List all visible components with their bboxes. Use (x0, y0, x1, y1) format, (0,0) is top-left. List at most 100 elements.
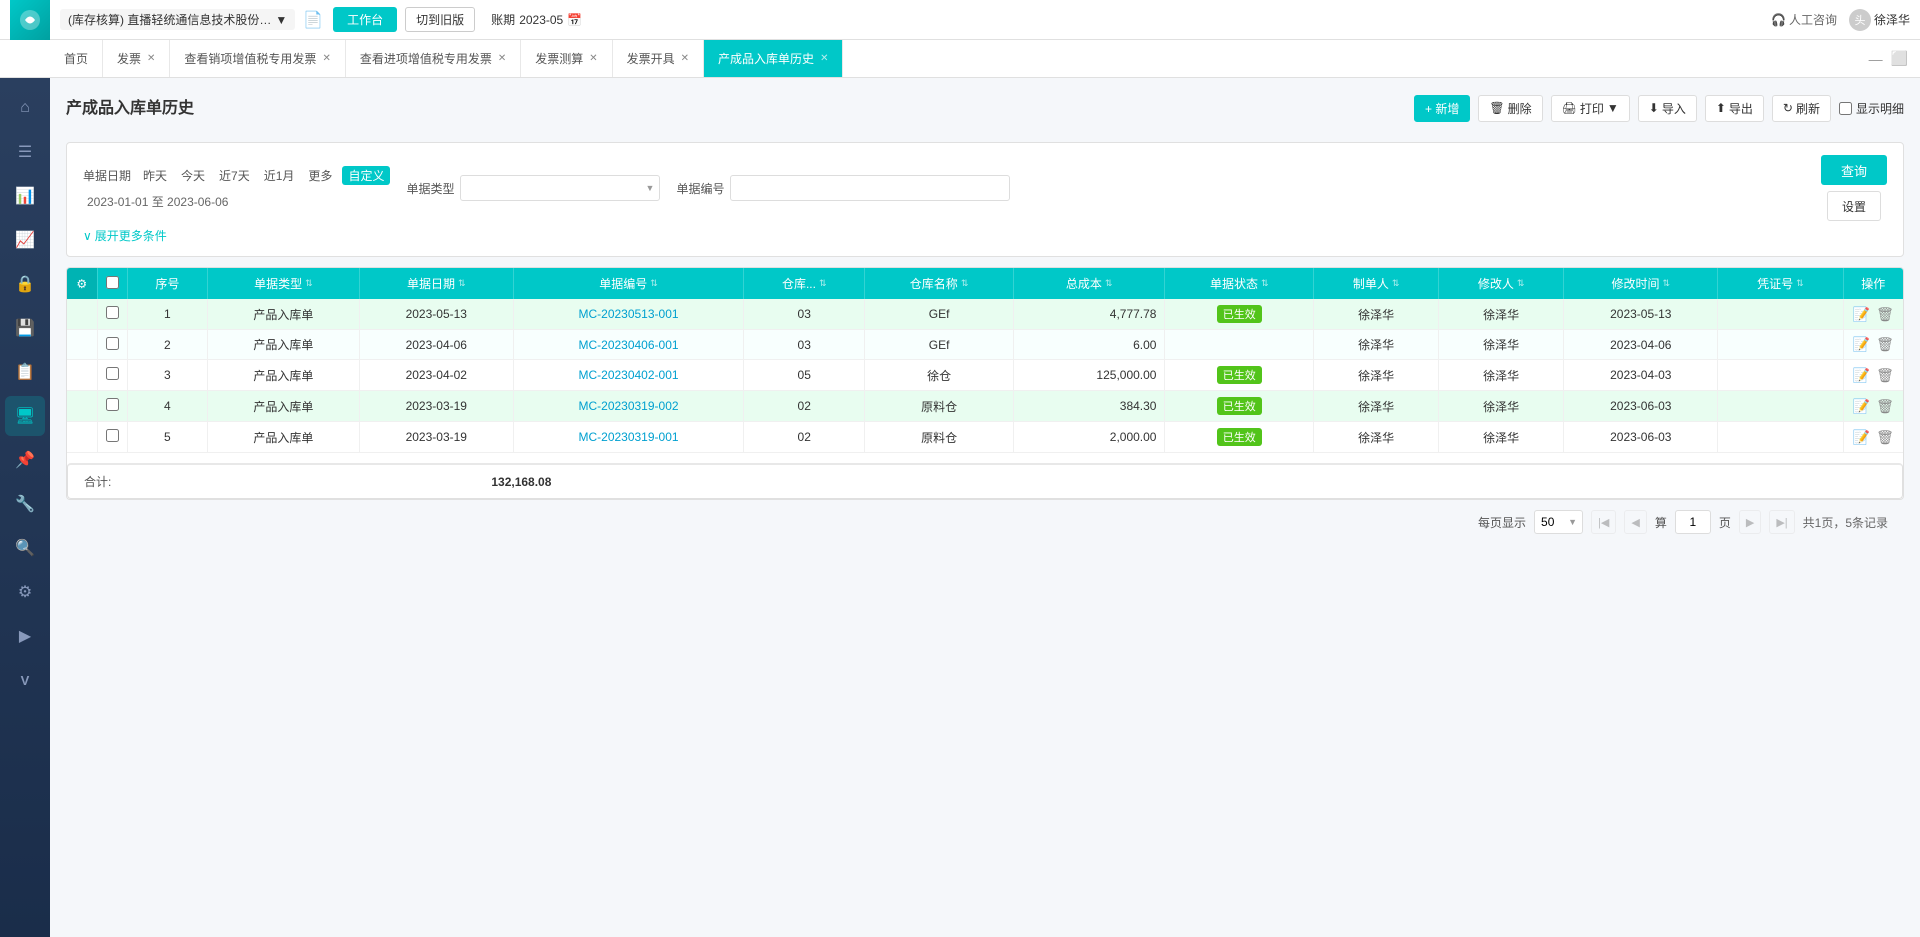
row-select-checkbox[interactable] (106, 337, 119, 350)
tab-purchase-invoice[interactable]: 查看进项增值税专用发票 ✕ (346, 40, 521, 78)
tab-sales-invoice[interactable]: 查看销项增值税专用发票 ✕ (170, 40, 345, 78)
tab-close-icon[interactable]: ✕ (498, 53, 506, 64)
next-page-button[interactable]: ▶ (1739, 510, 1761, 534)
tab-close-icon[interactable]: ✕ (147, 53, 155, 64)
sidebar-item-search[interactable]: 🔍 (5, 528, 45, 568)
number-input[interactable] (730, 175, 1010, 201)
th-warehouse-name[interactable]: 仓库名称⇅ (865, 268, 1014, 299)
sidebar-item-task[interactable]: 📌 (5, 440, 45, 480)
query-button[interactable]: 查询 (1821, 155, 1887, 185)
row-number[interactable]: MC-20230319-002 (513, 391, 743, 422)
shortcut-custom[interactable]: 自定义 (342, 166, 390, 185)
row-number[interactable]: MC-20230513-001 (513, 299, 743, 330)
export-icon: ⬆ (1716, 101, 1726, 115)
delete-row-icon[interactable]: 🗑 (1876, 367, 1894, 384)
sidebar-item-menu[interactable]: ☰ (5, 132, 45, 172)
refresh-button[interactable]: ↻ 刷新 (1772, 95, 1831, 122)
sidebar-item-run[interactable]: ▶ (5, 616, 45, 656)
first-page-button[interactable]: |◀ (1591, 510, 1616, 534)
tab-close-icon[interactable]: ✕ (589, 53, 597, 64)
edit-icon[interactable]: 📝 (1853, 429, 1870, 446)
row-number[interactable]: MC-20230406-001 (513, 330, 743, 360)
new-button[interactable]: + 新增 (1414, 95, 1470, 122)
delete-row-icon[interactable]: 🗑 (1876, 429, 1894, 446)
sidebar-item-home[interactable]: ⌂ (5, 88, 45, 128)
shortcut-more[interactable]: 更多 (304, 166, 336, 185)
tab-product-history[interactable]: 产成品入库单历史 ✕ (704, 40, 843, 78)
shortcut-yesterday[interactable]: 昨天 (139, 166, 171, 185)
sidebar-item-analytics[interactable]: 📈 (5, 220, 45, 260)
th-number[interactable]: 单据编号⇅ (513, 268, 743, 299)
last-page-button[interactable]: ▶| (1769, 510, 1794, 534)
row-number-link[interactable]: MC-20230319-002 (578, 399, 678, 413)
sidebar-item-security[interactable]: 🔒 (5, 264, 45, 304)
tab-invoice-issue[interactable]: 发票开具 ✕ (613, 40, 704, 78)
shortcut-1month[interactable]: 近1月 (260, 166, 299, 185)
edit-icon[interactable]: 📝 (1853, 306, 1870, 323)
column-settings-icon[interactable]: ⚙ (67, 268, 97, 299)
th-total-cost[interactable]: 总成本⇅ (1013, 268, 1165, 299)
calendar-icon[interactable]: 📅 (567, 13, 582, 27)
th-warehouse-code[interactable]: 仓库...⇅ (744, 268, 865, 299)
export-button[interactable]: ⬆ 导出 (1705, 95, 1764, 122)
th-voucher[interactable]: 凭证号⇅ (1718, 268, 1843, 299)
tab-close-icon[interactable]: ✕ (322, 53, 330, 64)
th-modify-time[interactable]: 修改时间⇅ (1564, 268, 1718, 299)
page-size-select[interactable]: 20 50 100 200 (1534, 510, 1583, 534)
prev-page-button[interactable]: ◀ (1624, 510, 1646, 534)
expand-more-button[interactable]: ∨ 展开更多条件 (83, 227, 1887, 244)
delete-row-icon[interactable]: 🗑 (1876, 306, 1894, 323)
shortcut-7days[interactable]: 近7天 (215, 166, 254, 185)
row-number[interactable]: MC-20230402-001 (513, 360, 743, 391)
page-number-input[interactable] (1675, 510, 1711, 534)
row-number-link[interactable]: MC-20230406-001 (578, 338, 678, 352)
delete-row-icon[interactable]: 🗑 (1876, 336, 1894, 353)
company-selector[interactable]: (库存核算) 直播轻统通信息技术股份… ▼ (60, 9, 295, 30)
tab-home[interactable]: 首页 (50, 40, 103, 78)
import-button[interactable]: ⬇ 导入 (1638, 95, 1697, 122)
workbench-button[interactable]: 工作台 (333, 7, 397, 32)
minimize-icon[interactable]: — (1869, 51, 1883, 67)
print-button[interactable]: 🖨 打印 ▼ (1551, 95, 1630, 122)
row-select-checkbox[interactable] (106, 398, 119, 411)
edit-icon[interactable]: 📝 (1853, 367, 1870, 384)
th-creator[interactable]: 制单人⇅ (1314, 268, 1439, 299)
row-number[interactable]: MC-20230319-001 (513, 422, 743, 453)
switch-version-button[interactable]: 切到旧版 (405, 7, 475, 32)
maximize-icon[interactable]: ⬜ (1891, 50, 1908, 67)
select-all-checkbox[interactable] (106, 276, 119, 289)
show-detail-checkbox[interactable] (1839, 102, 1852, 115)
th-status[interactable]: 单据状态⇅ (1165, 268, 1314, 299)
th-type[interactable]: 单据类型⇅ (208, 268, 360, 299)
tab-invoice[interactable]: 发票 ✕ (103, 40, 170, 78)
edit-icon[interactable]: 📝 (1853, 398, 1870, 415)
sidebar-item-storage[interactable]: 💾 (5, 308, 45, 348)
th-date[interactable]: 单据日期⇅ (359, 268, 513, 299)
row-number-link[interactable]: MC-20230319-001 (578, 430, 678, 444)
row-number-link[interactable]: MC-20230513-001 (578, 307, 678, 321)
edit-icon[interactable]: 📝 (1853, 336, 1870, 353)
row-select-checkbox[interactable] (106, 429, 119, 442)
tab-close-icon[interactable]: ✕ (820, 53, 828, 64)
filter-settings-button[interactable]: 设置 (1827, 191, 1881, 221)
tab-invoice-calc[interactable]: 发票测算 ✕ (521, 40, 612, 78)
row-select-checkbox[interactable] (106, 367, 119, 380)
th-modifier[interactable]: 修改人⇅ (1439, 268, 1564, 299)
sidebar-item-settings[interactable]: ⚙ (5, 572, 45, 612)
row-warehouse-name: 徐仓 (865, 360, 1014, 391)
user-menu[interactable]: 头 徐泽华 (1849, 9, 1910, 31)
delete-row-icon[interactable]: 🗑 (1876, 398, 1894, 415)
sidebar-item-list[interactable]: 📋 (5, 352, 45, 392)
row-select-checkbox[interactable] (106, 306, 119, 319)
delete-button[interactable]: 🗑 删除 (1478, 95, 1542, 122)
sidebar-item-report[interactable]: 📊 (5, 176, 45, 216)
sidebar-item-tools[interactable]: 🔧 (5, 484, 45, 524)
row-voucher (1718, 422, 1843, 453)
sidebar-item-version[interactable]: V (5, 660, 45, 700)
sidebar-item-workbench[interactable]: 🖥 (5, 396, 45, 436)
row-number-link[interactable]: MC-20230402-001 (578, 368, 678, 382)
type-select[interactable] (460, 175, 660, 201)
tab-close-icon[interactable]: ✕ (681, 53, 689, 64)
service-button[interactable]: 🎧 人工咨询 (1771, 11, 1837, 28)
shortcut-today[interactable]: 今天 (177, 166, 209, 185)
